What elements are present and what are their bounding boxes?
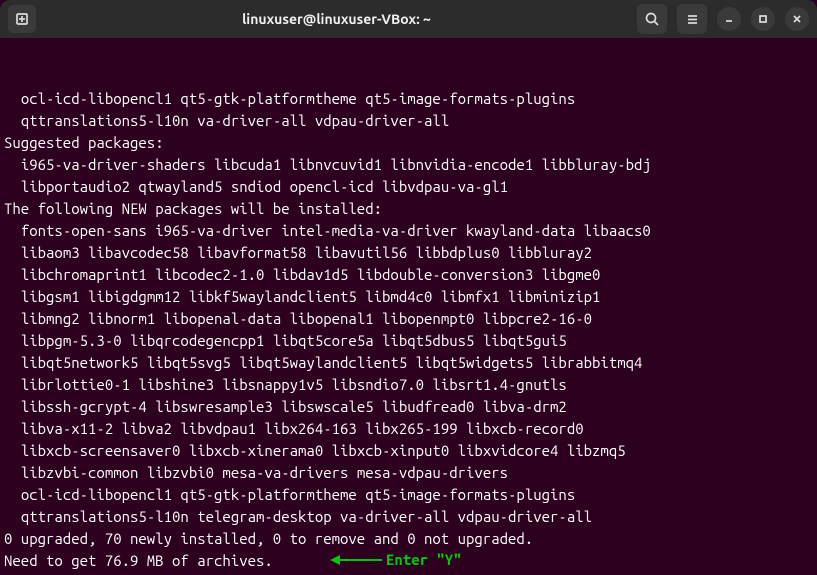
maximize-icon: [758, 14, 768, 24]
hamburger-icon: [685, 12, 700, 27]
minimize-icon: [724, 14, 734, 24]
annotation-label: Enter "Y": [386, 549, 462, 571]
terminal-line: libxcb-screensaver0 libxcb-xinerama0 lib…: [4, 440, 813, 462]
terminal-line: libmng2 libnorm1 libopenal-data libopena…: [4, 308, 813, 330]
terminal-line: libportaudio2 qtwayland5 sndiod opencl-i…: [4, 176, 813, 198]
terminal-line: ocl-icd-libopencl1 qt5-gtk-platformtheme…: [4, 88, 813, 110]
terminal-line: libqt5network5 libqt5svg5 libqt5waylandc…: [4, 352, 813, 374]
terminal-line: libzvbi-common libzvbi0 mesa-va-drivers …: [4, 462, 813, 484]
titlebar: linuxuser@linuxuser-VBox: ~: [0, 0, 817, 38]
arrow-icon: [332, 559, 382, 561]
terminal-line: libaom3 libavcodec58 libavformat58 libav…: [4, 242, 813, 264]
terminal-line: libgsm1 libigdgmm12 libkf5waylandclient5…: [4, 286, 813, 308]
terminal-line: fonts-open-sans i965-va-driver intel-med…: [4, 220, 813, 242]
terminal-line: libva-x11-2 libva2 libvdpau1 libx264-163…: [4, 418, 813, 440]
new-tab-button[interactable]: [8, 5, 36, 33]
menu-button[interactable]: [677, 4, 707, 34]
terminal-line: i965-va-driver-shaders libcuda1 libnvcuv…: [4, 154, 813, 176]
terminal-area[interactable]: ocl-icd-libopencl1 qt5-gtk-platformtheme…: [0, 38, 817, 575]
close-icon: [792, 14, 802, 24]
close-button[interactable]: [785, 7, 809, 31]
annotation: Enter "Y": [332, 549, 462, 571]
terminal-line: The following NEW packages will be insta…: [4, 198, 813, 220]
terminal-output: ocl-icd-libopencl1 qt5-gtk-platformtheme…: [4, 88, 813, 575]
terminal-line: ocl-icd-libopencl1 qt5-gtk-platformtheme…: [4, 484, 813, 506]
window-title: linuxuser@linuxuser-VBox: ~: [36, 11, 637, 27]
maximize-button[interactable]: [751, 7, 775, 31]
terminal-line: Suggested packages:: [4, 132, 813, 154]
minimize-button[interactable]: [717, 7, 741, 31]
terminal-line: librlottie0-1 libshine3 libsnappy1v5 lib…: [4, 374, 813, 396]
titlebar-right: [637, 4, 809, 34]
terminal-line: qttranslations5-l10n va-driver-all vdpau…: [4, 110, 813, 132]
terminal-line: qttranslations5-l10n telegram-desktop va…: [4, 506, 813, 528]
search-button[interactable]: [637, 4, 667, 34]
search-icon: [645, 12, 660, 27]
terminal-line: libpgm-5.3-0 libqrcodegencpp1 libqt5core…: [4, 330, 813, 352]
terminal-line: libchromaprint1 libcodec2-1.0 libdav1d5 …: [4, 264, 813, 286]
terminal-line: libssh-gcrypt-4 libswresample3 libswscal…: [4, 396, 813, 418]
terminal-line: 0 upgraded, 70 newly installed, 0 to rem…: [4, 528, 813, 550]
titlebar-left: [8, 5, 36, 33]
new-tab-icon: [15, 12, 29, 26]
